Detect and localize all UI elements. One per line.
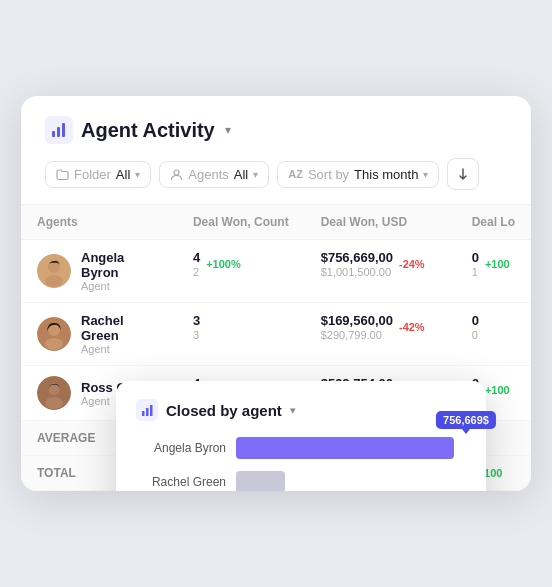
svg-rect-0 [52,131,55,137]
svg-rect-1 [57,127,60,137]
usd-main: $756,669,00 [321,250,393,265]
svg-point-6 [45,275,63,287]
folder-filter[interactable]: Folder All ▾ [45,161,151,188]
usd-main: $169,560,00 [321,313,393,328]
bar-track [236,471,466,491]
svg-point-12 [45,397,63,409]
agents-label: Agents [188,167,228,182]
filters-bar: Folder All ▾ Agents All ▾ AZ Sort by Thi… [21,158,531,204]
deal-lo-sub: 1 [472,266,479,278]
won-count-main: 4 [193,250,200,265]
sort-prefix: Sort by [308,167,349,182]
col-deal-won-count: Deal Won, Count [177,205,305,240]
col-agents: Agents [21,205,177,240]
agents-chevron-icon: ▾ [253,169,258,180]
bar-tooltip: 756,669$ [436,411,496,429]
deal-lo-badge: +100 [485,258,510,270]
folder-value: All [116,167,130,182]
won-count-cell: 3 3 [177,303,305,366]
agent-role: Agent [81,280,161,292]
card-header: Agent Activity ▾ [21,96,531,158]
won-count-badge: +100% [206,258,241,270]
bar-fill-rachel [236,471,285,491]
bar-label: Rachel Green [136,475,226,489]
popup-icon [136,399,158,421]
popup-title-chevron-icon[interactable]: ▾ [290,404,296,417]
usd-sub: $290,799.00 [321,329,393,341]
folder-icon [56,168,69,181]
agents-value: All [234,167,248,182]
svg-rect-14 [146,408,149,416]
sort-desc-icon [456,167,470,181]
agents-filter[interactable]: Agents All ▾ [159,161,269,188]
agent-name: Angela Byron [81,250,161,280]
table-header-row: Agents Deal Won, Count Deal Won, USD Dea… [21,205,531,240]
avatar [37,376,71,410]
svg-rect-15 [150,405,153,416]
chart-bar-row: Rachel Green [136,471,466,491]
usd-badge: -42% [399,321,425,333]
folder-chevron-icon: ▾ [135,169,140,180]
bar-track: 756,669$ [236,437,466,459]
avatar [37,317,71,351]
page-title: Agent Activity [81,119,215,142]
popup-title: Closed by agent [166,402,282,419]
bar-label: Angela Byron [136,441,226,455]
usd-sub: $1,001,500.00 [321,266,393,278]
col-deal-won-usd: Deal Won, USD [305,205,456,240]
chart-area: Angela Byron 756,669$ Rachel Green Ross … [136,437,466,491]
usd-cell: $756,669,00 $1,001,500.00 -24% [305,240,456,303]
deal-lo-badge: +100 [485,384,510,396]
agent-icon [170,168,183,181]
popup-header: Closed by agent ▾ [136,399,466,421]
deal-lo-main: 0 [472,313,515,328]
az-label: AZ [288,168,303,180]
agent-cell: Angela Byron Agent [21,240,177,303]
deal-lo-cell: 0 1 +100 [456,240,531,303]
svg-rect-13 [142,411,145,416]
agent-role: Agent [81,343,161,355]
sort-value: This month [354,167,418,182]
col-deal-lo: Deal Lo [456,205,531,240]
sort-direction-button[interactable] [447,158,479,190]
closed-by-agent-popup: Closed by agent ▾ Angela Byron 756,669$ … [116,381,486,491]
avatar [37,254,71,288]
usd-cell: $169,560,00 $290,799.00 -42% [305,303,456,366]
chart-bar-row: Angela Byron 756,669$ [136,437,466,459]
title-chevron-icon[interactable]: ▾ [225,123,231,137]
svg-rect-2 [62,123,65,137]
agent-cell: Rachel Green Agent [21,303,177,366]
sort-chevron-icon: ▾ [423,169,428,180]
header-icon [45,116,73,144]
usd-badge: -24% [399,258,425,270]
folder-label: Folder [74,167,111,182]
won-count-sub: 2 [193,266,200,278]
deal-lo-cell: 0 0 [456,303,531,366]
deal-lo-sub: 0 [472,329,515,341]
main-card: Agent Activity ▾ Folder All ▾ Agents All… [21,96,531,491]
won-count-cell: 4 2 +100% [177,240,305,303]
table-row: Rachel Green Agent 3 3 [21,303,531,366]
sort-filter[interactable]: AZ Sort by This month ▾ [277,161,439,188]
svg-point-3 [174,170,179,175]
table-row: Angela Byron Agent 4 2 +100% [21,240,531,303]
svg-point-9 [45,338,63,350]
deal-lo-main: 0 [472,250,479,265]
bar-fill-angela [236,437,454,459]
agent-name: Rachel Green [81,313,161,343]
won-count-main: 3 [193,313,289,328]
won-count-sub: 3 [193,329,289,341]
